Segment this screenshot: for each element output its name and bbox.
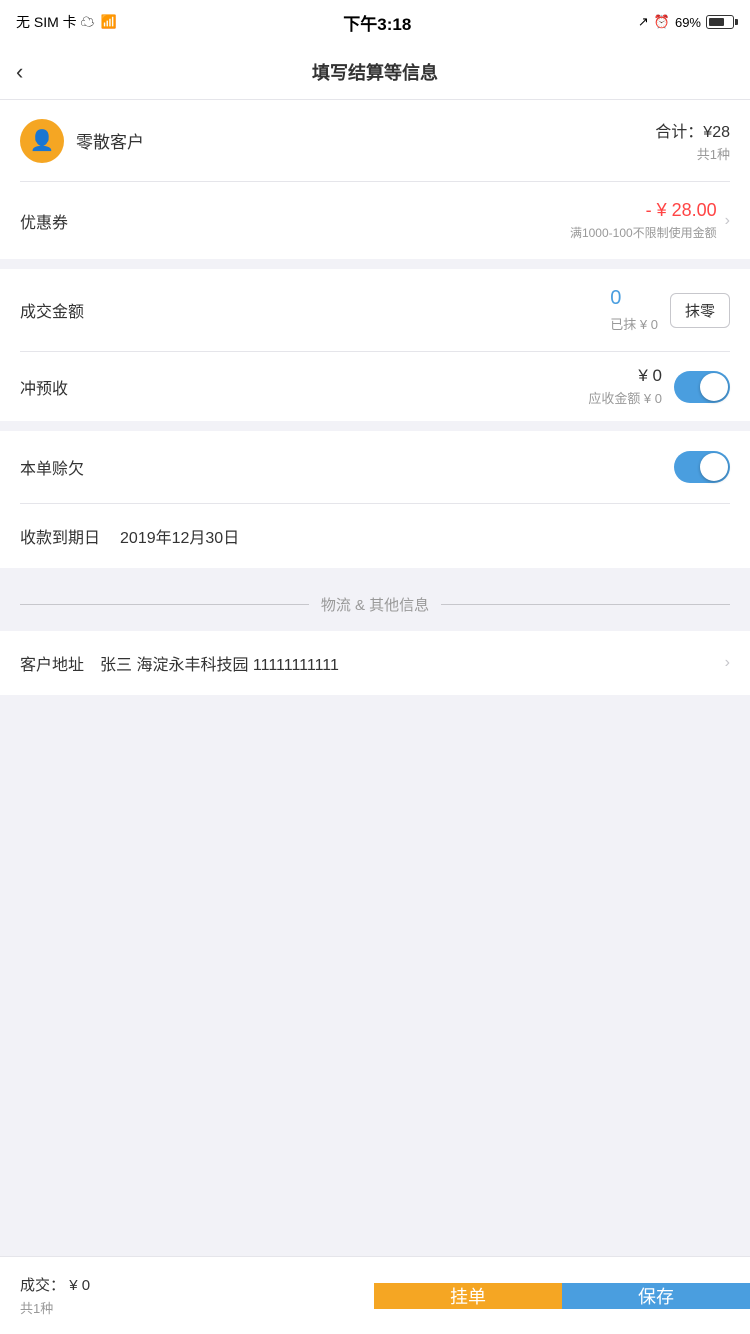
battery-percent: 69%: [675, 15, 701, 30]
credit-label: 本单赊欠: [20, 455, 84, 479]
coupon-details: - ¥ 28.00 满1000-100不限制使用金额: [570, 200, 717, 241]
prepay-right: ¥ 0 应收金额 ¥ 0: [588, 366, 730, 407]
logistics-line-right: [441, 604, 730, 605]
customer-left: 👤 零散客户: [20, 119, 144, 163]
address-row[interactable]: 客户地址 张三 海淀永丰科技园 11111111111 ›: [0, 631, 750, 695]
customer-row: 👤 零散客户 合计：¥28 共1种: [0, 100, 750, 181]
page-title: 填写结算等信息: [312, 59, 438, 85]
credit-toggle[interactable]: [674, 451, 730, 483]
customer-section: 👤 零散客户 合计：¥28 共1种 优惠券 - ¥ 28.00 满1000-10…: [0, 100, 750, 259]
deal-amount-label: 成交金额: [20, 298, 84, 322]
customer-name: 零散客户: [76, 128, 144, 153]
due-date-row: 收款到期日 2019年12月30日: [0, 504, 750, 568]
prepay-sub: 应收金额 ¥ 0: [588, 388, 662, 407]
save-button[interactable]: 保存: [562, 1283, 750, 1309]
deal-amount-value: 0: [610, 287, 658, 310]
status-right: ↗ ⏰ 69%: [638, 14, 734, 30]
customer-right: 合计：¥28 共1种: [655, 118, 730, 163]
address-chevron-icon: ›: [725, 654, 730, 672]
address-section: 客户地址 张三 海淀永丰科技园 11111111111 ›: [0, 631, 750, 695]
coupon-right: - ¥ 28.00 满1000-100不限制使用金额 ›: [570, 200, 730, 241]
bottom-deal-amount: 成交： ¥ 0: [20, 1274, 354, 1295]
bottom-deal-label: 成交：: [20, 1277, 65, 1294]
round-off-button[interactable]: 抹零: [670, 293, 730, 328]
prepay-label: 冲预收: [20, 375, 68, 399]
total-count: 共1种: [655, 144, 730, 163]
bottom-count: 共1种: [20, 1298, 354, 1317]
due-date-value: 2019年12月30日: [120, 524, 239, 548]
battery-icon: [706, 15, 734, 29]
address-label: 客户地址: [20, 651, 84, 675]
avatar-icon: 👤: [30, 128, 55, 153]
alarm-icon: ⏰: [654, 14, 670, 30]
coupon-desc: 满1000-100不限制使用金额: [570, 224, 717, 241]
deal-section: 成交金额 0 已抹 ¥ 0 抹零 冲预收 ¥ 0 应收金额 ¥ 0: [0, 269, 750, 421]
bottom-info: 成交： ¥ 0 共1种: [0, 1274, 374, 1317]
back-button[interactable]: ‹: [16, 59, 23, 85]
logistics-label: 物流 & 其他信息: [321, 594, 429, 615]
wifi-icon: 📶: [101, 14, 117, 30]
location-icon: ↗: [638, 14, 649, 30]
coupon-label: 优惠券: [20, 209, 68, 233]
logistics-header: 物流 & 其他信息: [0, 578, 750, 631]
suspend-button[interactable]: 挂单: [374, 1283, 562, 1309]
address-value: 张三 海淀永丰科技园 11111111111: [100, 651, 339, 675]
no-sim-label: 无 SIM 卡 ☁: [16, 12, 95, 32]
credit-toggle-knob: [700, 453, 728, 481]
prepay-amount: ¥ 0: [588, 366, 662, 386]
deal-amount-details: 0 已抹 ¥ 0: [610, 287, 658, 333]
address-left: 客户地址 张三 海淀永丰科技园 11111111111: [20, 651, 339, 675]
prepay-amount-group: ¥ 0 应收金额 ¥ 0: [588, 366, 662, 407]
coupon-row[interactable]: 优惠券 - ¥ 28.00 满1000-100不限制使用金额 ›: [0, 182, 750, 259]
logistics-line-left: [20, 604, 309, 605]
deal-amount-right: 0 已抹 ¥ 0 抹零: [610, 287, 730, 333]
bottom-deal-value: ¥ 0: [69, 1277, 90, 1294]
chevron-right-icon: ›: [725, 212, 730, 230]
prepay-toggle[interactable]: [674, 371, 730, 403]
total-amount: 合计：¥28: [655, 118, 730, 142]
logistics-section: 物流 & 其他信息: [0, 578, 750, 631]
prepay-row: 冲预收 ¥ 0 应收金额 ¥ 0: [0, 352, 750, 421]
nav-bar: ‹ 填写结算等信息: [0, 44, 750, 100]
status-bar: 无 SIM 卡 ☁ 📶 下午3:18 ↗ ⏰ 69%: [0, 0, 750, 44]
credit-section: 本单赊欠 收款到期日 2019年12月30日: [0, 431, 750, 568]
avatar: 👤: [20, 119, 64, 163]
deal-amount-sub: 已抹 ¥ 0: [610, 314, 658, 333]
toggle-knob: [700, 373, 728, 401]
status-left: 无 SIM 卡 ☁ 📶: [16, 12, 117, 32]
content-area: 👤 零散客户 合计：¥28 共1种 优惠券 - ¥ 28.00 满1000-10…: [0, 100, 750, 785]
due-date-label: 收款到期日: [20, 524, 100, 548]
coupon-amount: - ¥ 28.00: [570, 200, 717, 221]
status-time: 下午3:18: [343, 10, 411, 35]
credit-row: 本单赊欠: [0, 431, 750, 503]
bottom-bar: 成交： ¥ 0 共1种 挂单 保存: [0, 1256, 750, 1334]
deal-amount-row: 成交金额 0 已抹 ¥ 0 抹零: [0, 269, 750, 351]
